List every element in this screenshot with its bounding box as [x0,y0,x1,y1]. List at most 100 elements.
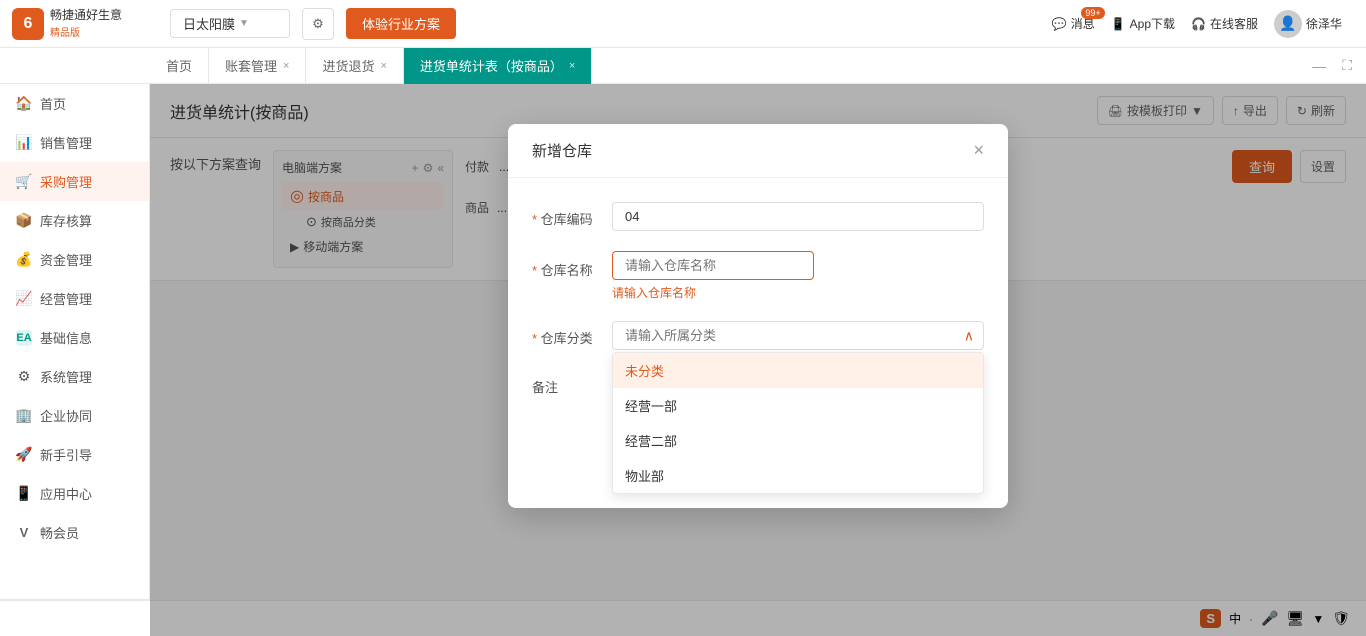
tab-purchase-stat-close[interactable]: × [569,60,575,72]
sidebar-item-sales[interactable]: 📊 销售管理 [0,123,149,162]
inventory-icon: 📦 [16,213,32,229]
sidebar-item-operation-label: 经营管理 [40,289,92,308]
dropdown-arrow-icon[interactable]: ∧ [964,327,974,344]
sidebar-item-finance-label: 资金管理 [40,250,92,269]
sidebar-item-guide-label: 新手引导 [40,445,92,464]
online-service-item[interactable]: 🎧 在线客服 [1191,15,1258,32]
new-warehouse-modal: 新增仓库 × * 仓库编码 [508,124,1008,508]
user-icon: 👤 [1279,15,1296,32]
name-error-area: 请输入仓库名称 [532,284,696,301]
app-logo-icon: 6 [12,8,44,40]
sales-icon: 📊 [16,135,32,151]
sidebar-item-member-label: 畅会员 [40,523,79,542]
gear-icon: ⚙ [312,16,324,32]
gear-button[interactable]: ⚙ [302,8,334,40]
experience-button[interactable]: 体验行业方案 [346,8,456,39]
category-input[interactable] [612,321,984,350]
sidebar-item-operation[interactable]: 📈 经营管理 [0,279,149,318]
phone-icon: 📱 [1111,17,1126,31]
enterprise-icon: 🏢 [16,408,32,424]
form-row-name: * 仓库名称 请输入仓库名称 [532,251,984,301]
tab-account-label: 账套管理 [225,56,277,75]
sidebar-item-inventory-label: 库存核算 [40,211,92,230]
tab-purchase-stat[interactable]: 进货单统计表（按商品） × [404,48,592,84]
tab-purchase-return-label: 进货退货 [322,56,374,75]
guide-icon: 🚀 [16,447,32,463]
sidebar-item-app-center[interactable]: 📱 应用中心 [0,474,149,513]
user-item[interactable]: 👤 徐泽华 [1274,10,1342,38]
note-label: 备注 [532,370,612,396]
user-avatar: 👤 [1274,10,1302,38]
modal-body: * 仓库编码 * 仓库名称 [508,178,1008,443]
modal-title: 新增仓库 [532,140,592,161]
sidebar-item-sales-label: 销售管理 [40,133,92,152]
modal-close-btn[interactable]: × [973,140,984,161]
message-badge: 99+ [1081,7,1104,19]
dropdown-item-2[interactable]: 经营二部 [613,423,983,458]
code-input[interactable] [612,202,984,231]
sidebar-item-guide[interactable]: 🚀 新手引导 [0,435,149,474]
sidebar-item-purchase-label: 采购管理 [40,172,92,191]
name-input[interactable] [612,251,814,280]
name-error-msg: 请输入仓库名称 [612,286,696,300]
system-icon: ⚙ [16,369,32,385]
form-row-code: * 仓库编码 [532,202,984,231]
tab-purchase-return-close[interactable]: × [380,60,386,72]
tab-account[interactable]: 账套管理 × [209,48,306,84]
sidebar-item-system-label: 系统管理 [40,367,92,386]
sidebar-item-home[interactable]: 🏠 首页 [0,84,149,123]
code-label: * 仓库编码 [532,202,612,228]
sidebar-item-app-center-label: 应用中心 [40,484,92,503]
modal-header: 新增仓库 × [508,124,1008,178]
logo-area: 6 畅捷通好生意 精品版 [12,8,162,40]
store-selector-arrow: ▼ [239,18,249,29]
content-area: 进货单统计(按商品) 🖨 按模板打印 ▼ ↑ 导出 ↻ 刷新 按以下方案查询 [150,84,1366,636]
purchase-icon: 🛒 [16,174,32,190]
sidebar-item-system[interactable]: ⚙ 系统管理 [0,357,149,396]
tab-actions: — ⛶ [1306,55,1366,76]
sidebar-item-enterprise-label: 企业协同 [40,406,92,425]
dropdown-item-3[interactable]: 物业部 [613,458,983,493]
store-selector[interactable]: 日太阳膜 ▼ [170,9,290,38]
sidebar: 🏠 首页 📊 销售管理 🛒 采购管理 📦 库存核算 💰 资金管理 📈 经营管理 … [0,84,150,636]
sidebar-item-purchase[interactable]: 🛒 采购管理 [0,162,149,201]
member-icon: V [16,525,32,541]
category-label: * 仓库分类 [532,321,612,347]
message-icon: 💬 [1052,17,1067,31]
category-dropdown: ∧ [612,321,984,350]
app-download-item[interactable]: 📱 App下载 [1111,15,1175,32]
app-center-icon: 📱 [16,486,32,502]
online-service-label: 在线客服 [1210,15,1258,32]
category-dropdown-list: 未分类 经营一部 经营二部 物业部 [612,352,984,494]
tab-home[interactable]: 首页 [150,48,209,84]
sidebar-item-enterprise[interactable]: 🏢 企业协同 [0,396,149,435]
message-item[interactable]: 💬 消息 99+ [1052,15,1095,32]
dropdown-item-0[interactable]: 未分类 [613,353,983,388]
sidebar-item-base-info-label: 基础信息 [40,328,92,347]
finance-icon: 💰 [16,252,32,268]
tab-home-label: 首页 [166,56,192,75]
tab-purchase-return[interactable]: 进货退货 × [306,48,403,84]
user-name: 徐泽华 [1306,15,1342,32]
name-label: * 仓库名称 [532,253,612,279]
category-field-wrap: ∧ 未分类 经营一部 经营二部 物业部 [612,321,984,350]
tab-account-close[interactable]: × [283,60,289,72]
sidebar-item-base-info[interactable]: EA 基础信息 [0,318,149,357]
dropdown-item-1[interactable]: 经营一部 [613,388,983,423]
sidebar-item-finance[interactable]: 💰 资金管理 [0,240,149,279]
app-name: 畅捷通好生意 [50,8,122,24]
app-edition: 精品版 [50,24,122,39]
app-download-label: App下载 [1130,15,1175,32]
name-field-wrap [612,251,984,280]
store-name: 日太阳膜 [183,14,235,33]
main-layout: 🏠 首页 📊 销售管理 🛒 采购管理 📦 库存核算 💰 资金管理 📈 经营管理 … [0,84,1366,636]
topbar-center: ⚙ 体验行业方案 [290,8,1052,40]
topbar: 6 畅捷通好生意 精品版 日太阳膜 ▼ ⚙ 体验行业方案 💬 消息 99+ 📱 … [0,0,1366,48]
tab-fullscreen-btn[interactable]: ⛶ [1336,55,1358,76]
sidebar-item-inventory[interactable]: 📦 库存核算 [0,201,149,240]
tab-minimize-btn[interactable]: — [1306,56,1332,76]
home-icon: 🏠 [16,96,32,112]
headset-icon: 🎧 [1191,17,1206,31]
base-info-icon: EA [16,330,32,346]
sidebar-item-member[interactable]: V 畅会员 [0,513,149,552]
